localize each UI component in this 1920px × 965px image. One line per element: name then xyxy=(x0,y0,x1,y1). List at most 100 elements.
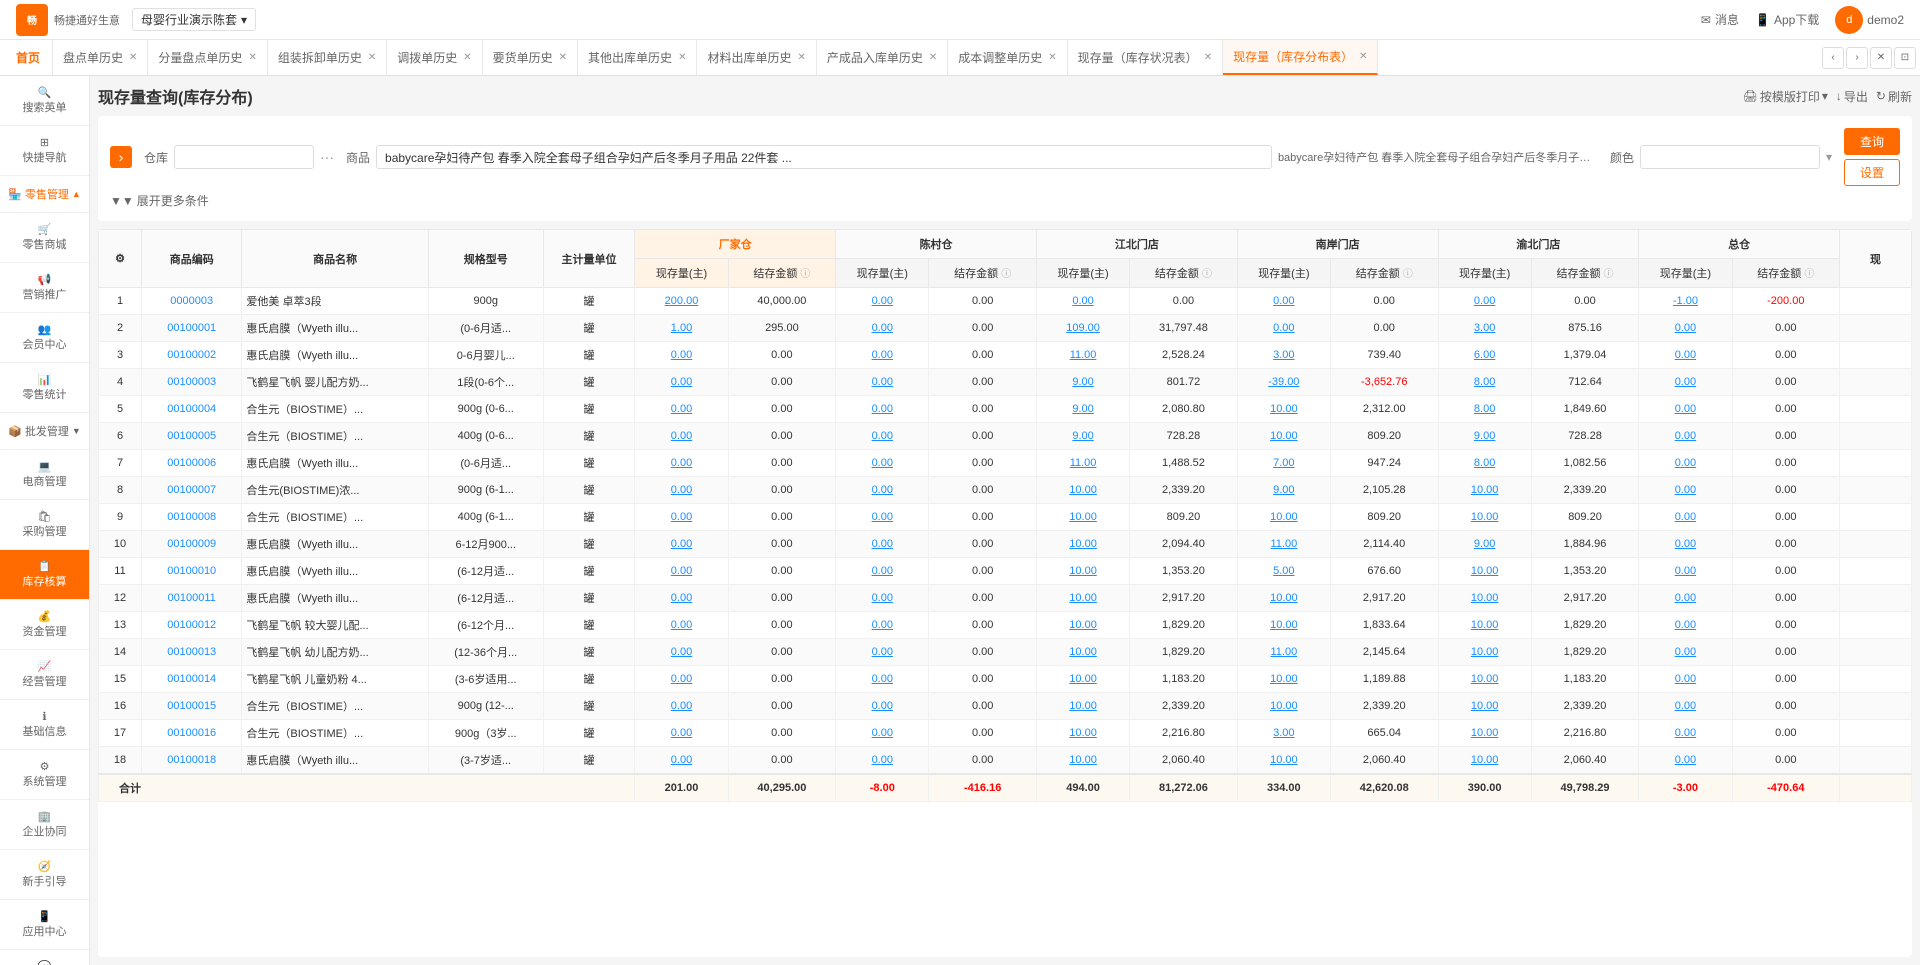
sidebar-item-ecommerce[interactable]: 💻 电商管理 xyxy=(0,450,89,500)
cell-fj-qty[interactable]: 0.00 xyxy=(635,666,728,693)
cell-na-qty[interactable]: 7.00 xyxy=(1237,450,1330,477)
cell-fj-qty[interactable]: 0.00 xyxy=(635,612,728,639)
warehouse-input[interactable] xyxy=(174,145,314,169)
sidebar-item-basics[interactable]: ℹ 基础信息 xyxy=(0,700,89,750)
cell-yb-qty[interactable]: 9.00 xyxy=(1438,423,1531,450)
print-btn[interactable]: 🖨 按模版打印 ▾ xyxy=(1743,88,1828,105)
cell-yb-qty[interactable]: 10.00 xyxy=(1438,504,1531,531)
cell-fj-qty[interactable]: 0.00 xyxy=(635,720,728,747)
cell-jb-qty[interactable]: 10.00 xyxy=(1036,612,1129,639)
sidebar-item-wholesale[interactable]: 📦 批发管理 ▼ xyxy=(0,413,89,450)
tab-cost-adjust[interactable]: 成本调整单历史 ✕ xyxy=(948,40,1067,75)
cell-yb-qty[interactable]: 10.00 xyxy=(1438,558,1531,585)
cell-cc-qty[interactable]: 0.00 xyxy=(836,585,929,612)
cell-total-qty[interactable]: 0.00 xyxy=(1639,639,1732,666)
cell-jb-qty[interactable]: 11.00 xyxy=(1036,342,1129,369)
cell-na-qty[interactable]: 10.00 xyxy=(1237,585,1330,612)
refresh-btn[interactable]: ↻ 刷新 xyxy=(1876,88,1912,105)
cell-total-qty[interactable]: 0.00 xyxy=(1639,342,1732,369)
cell-total-qty[interactable]: -1.00 xyxy=(1639,288,1732,315)
cell-fj-qty[interactable]: 1.00 xyxy=(635,315,728,342)
cell-na-qty[interactable]: 10.00 xyxy=(1237,666,1330,693)
cell-yb-qty[interactable]: 10.00 xyxy=(1438,720,1531,747)
sidebar-item-search[interactable]: 🔍 搜索英单 xyxy=(0,76,89,126)
cell-cc-qty[interactable]: 0.00 xyxy=(836,612,929,639)
tab-close[interactable]: ✕ xyxy=(129,52,137,63)
sidebar-item-retail-stats[interactable]: 📊 零售统计 xyxy=(0,363,89,413)
tab-next-btn[interactable]: › xyxy=(1846,47,1868,69)
info-icon-2[interactable]: ⓘ xyxy=(1001,269,1011,280)
cell-fj-qty[interactable]: 0.00 xyxy=(635,558,728,585)
cell-cc-qty[interactable]: 0.00 xyxy=(836,639,929,666)
cell-na-qty[interactable]: 0.00 xyxy=(1237,315,1330,342)
sidebar-item-operations[interactable]: 📈 经营管理 xyxy=(0,650,89,700)
cell-yb-qty[interactable]: 10.00 xyxy=(1438,477,1531,504)
cell-fj-qty[interactable]: 0.00 xyxy=(635,504,728,531)
cell-yb-qty[interactable]: 10.00 xyxy=(1438,585,1531,612)
cell-yb-qty[interactable]: 6.00 xyxy=(1438,342,1531,369)
cell-fj-qty[interactable]: 0.00 xyxy=(635,342,728,369)
export-btn[interactable]: ↓ 导出 xyxy=(1836,88,1868,105)
cell-fj-qty[interactable]: 200.00 xyxy=(635,288,728,315)
sidebar-item-retail-shop[interactable]: 🛒 零售商城 xyxy=(0,213,89,263)
cell-na-qty[interactable]: 11.00 xyxy=(1237,531,1330,558)
cell-na-qty[interactable]: 3.00 xyxy=(1237,342,1330,369)
cell-total-qty[interactable]: 0.00 xyxy=(1639,585,1732,612)
tab-close-2[interactable]: ✕ xyxy=(248,52,256,63)
cell-na-qty[interactable]: -39.00 xyxy=(1237,369,1330,396)
cell-total-qty[interactable]: 0.00 xyxy=(1639,477,1732,504)
sidebar-item-member[interactable]: 👥 会员中心 xyxy=(0,313,89,363)
cell-fj-qty[interactable]: 0.00 xyxy=(635,450,728,477)
cell-cc-qty[interactable]: 0.00 xyxy=(836,423,929,450)
cell-jb-qty[interactable]: 10.00 xyxy=(1036,477,1129,504)
cell-total-qty[interactable]: 0.00 xyxy=(1639,531,1732,558)
cell-fj-qty[interactable]: 0.00 xyxy=(635,639,728,666)
cell-na-qty[interactable]: 10.00 xyxy=(1237,396,1330,423)
cell-yb-qty[interactable]: 0.00 xyxy=(1438,288,1531,315)
sidebar-item-system[interactable]: ⚙ 系统管理 xyxy=(0,750,89,800)
tab-stock-dist[interactable]: 现存量（库存分布表）✕ xyxy=(1223,40,1378,75)
cell-cc-qty[interactable]: 0.00 xyxy=(836,342,929,369)
cell-jb-qty[interactable]: 9.00 xyxy=(1036,423,1129,450)
sidebar-item-marketing[interactable]: 📢 营销推广 xyxy=(0,263,89,313)
message-btn[interactable]: ✉ 消息 xyxy=(1701,11,1739,28)
settings-btn[interactable]: 设置 xyxy=(1844,159,1900,186)
cell-jb-qty[interactable]: 10.00 xyxy=(1036,531,1129,558)
cell-fj-qty[interactable]: 0.00 xyxy=(635,369,728,396)
cell-na-qty[interactable]: 10.00 xyxy=(1237,747,1330,775)
cell-total-qty[interactable]: 0.00 xyxy=(1639,504,1732,531)
cell-total-qty[interactable]: 0.00 xyxy=(1639,666,1732,693)
cell-jb-qty[interactable]: 11.00 xyxy=(1036,450,1129,477)
cell-na-qty[interactable]: 10.00 xyxy=(1237,612,1330,639)
info-icon-1[interactable]: ⓘ xyxy=(800,269,810,280)
expand-more-btn[interactable]: ▼▼ 展开更多条件 xyxy=(110,192,1900,209)
cell-cc-qty[interactable]: 0.00 xyxy=(836,558,929,585)
cell-yb-qty[interactable]: 10.00 xyxy=(1438,639,1531,666)
tab-stock-status[interactable]: 现存量（库存状况表）✕ xyxy=(1068,40,1223,75)
cell-na-qty[interactable]: 10.00 xyxy=(1237,423,1330,450)
tab-close-7[interactable]: ✕ xyxy=(797,52,805,63)
sidebar-item-enterprise[interactable]: 🏢 企业协同 xyxy=(0,800,89,850)
cell-cc-qty[interactable]: 0.00 xyxy=(836,693,929,720)
cell-total-qty[interactable]: 0.00 xyxy=(1639,612,1732,639)
cell-na-qty[interactable]: 10.00 xyxy=(1237,504,1330,531)
cell-na-qty[interactable]: 10.00 xyxy=(1237,693,1330,720)
tab-material-out[interactable]: 材料出库单历史 ✕ xyxy=(697,40,816,75)
cell-jb-qty[interactable]: 10.00 xyxy=(1036,558,1129,585)
cell-na-qty[interactable]: 9.00 xyxy=(1237,477,1330,504)
tab-product-in[interactable]: 产成品入库单历史 ✕ xyxy=(817,40,948,75)
tab-split-count[interactable]: 分量盘点单历史 ✕ xyxy=(148,40,267,75)
tab-expand-btn[interactable]: ⊡ xyxy=(1894,47,1916,69)
cell-yb-qty[interactable]: 10.00 xyxy=(1438,612,1531,639)
cell-total-qty[interactable]: 0.00 xyxy=(1639,747,1732,775)
tab-close-3[interactable]: ✕ xyxy=(368,52,376,63)
cell-na-qty[interactable]: 3.00 xyxy=(1237,720,1330,747)
cell-cc-qty[interactable]: 0.00 xyxy=(836,288,929,315)
tab-close-5[interactable]: ✕ xyxy=(559,52,567,63)
expand-toggle-btn[interactable]: › xyxy=(110,146,132,168)
cell-total-qty[interactable]: 0.00 xyxy=(1639,720,1732,747)
warehouse-dots-btn[interactable]: ··· xyxy=(320,149,334,165)
tab-close-9[interactable]: ✕ xyxy=(1048,52,1056,63)
cell-yb-qty[interactable]: 8.00 xyxy=(1438,369,1531,396)
cell-cc-qty[interactable]: 0.00 xyxy=(836,531,929,558)
